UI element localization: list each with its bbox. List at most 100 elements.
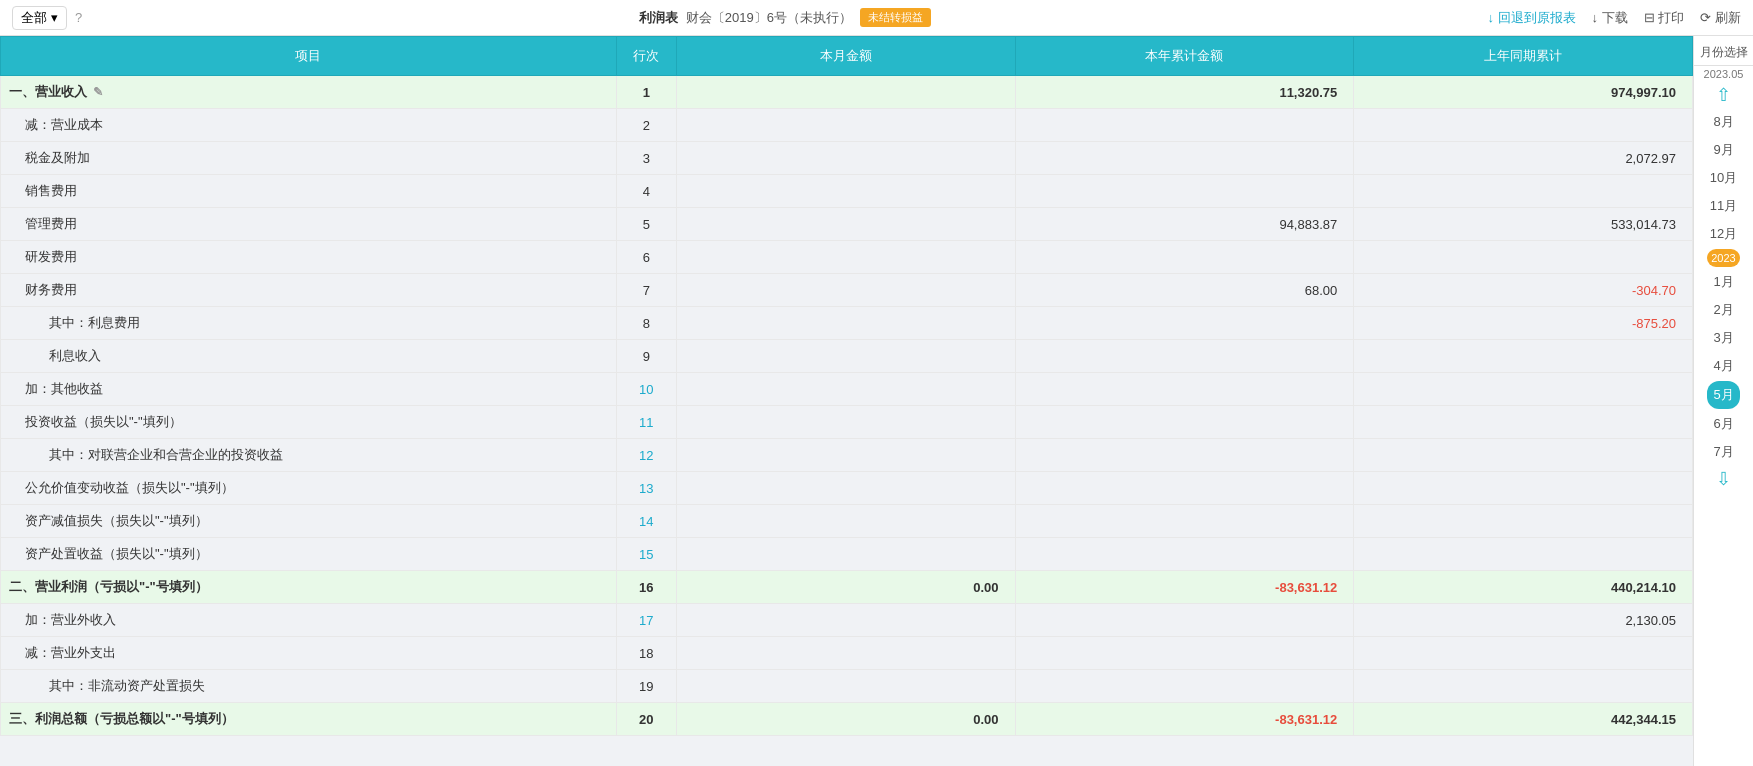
nav-down-arrow[interactable]: ⇩ [1714,466,1733,492]
cell-row: 11 [616,406,676,439]
cell-ytd [1015,604,1354,637]
back-button[interactable]: ↓ 回退到原报表 [1487,9,1575,27]
cell-ytd [1015,505,1354,538]
cell-row: 13 [616,472,676,505]
cell-row: 10 [616,373,676,406]
cell-item: 税金及附加 [1,142,617,175]
cell-item: 投资收益（损失以"-"填列） [1,406,617,439]
col-header-ytd: 本年累计金额 [1015,37,1354,76]
cell-ytd [1015,406,1354,439]
cell-last-year: -875.20 [1354,307,1693,340]
month-item[interactable]: 5月 [1707,381,1739,409]
cell-current-month [676,538,1015,571]
cell-current-month: 0.00 [676,703,1015,736]
table-row: 减：营业外支出18 [1,637,1693,670]
edit-icon[interactable]: ✎ [93,85,103,99]
cell-last-year [1354,241,1693,274]
cell-last-year [1354,472,1693,505]
month-item[interactable]: 7月 [1703,438,1743,466]
col-header-current: 本月金额 [676,37,1015,76]
table-row: 公允价值变动收益（损失以"-"填列）13 [1,472,1693,505]
month-item[interactable]: 4月 [1703,352,1743,380]
col-header-lastyear: 上年同期累计 [1354,37,1693,76]
dropdown-arrow-icon: ▾ [51,10,58,25]
nav-up-arrow[interactable]: ⇧ [1714,82,1733,108]
month-item[interactable]: 1月 [1703,268,1743,296]
scope-dropdown[interactable]: 全部 ▾ [12,6,67,30]
cell-row: 19 [616,670,676,703]
month-item[interactable]: 2月 [1703,296,1743,324]
month-item[interactable]: 10月 [1703,164,1743,192]
cell-last-year: 2,130.05 [1354,604,1693,637]
cell-current-month [676,406,1015,439]
download-button[interactable]: ↓ 下载 [1592,9,1628,27]
table-row: 财务费用768.00-304.70 [1,274,1693,307]
cell-item: 二、营业利润（亏损以"-"号填列） [1,571,617,604]
table-header-row: 项目 行次 本月金额 本年累计金额 上年同期累计 [1,37,1693,76]
top-bar-right: ↓ 回退到原报表 ↓ 下载 ⊟ 打印 ⟳ 刷新 [1487,9,1741,27]
cell-item: 减：营业外支出 [1,637,617,670]
cell-last-year: 442,344.15 [1354,703,1693,736]
cell-item: 其中：利息费用 [1,307,617,340]
cell-item: 研发费用 [1,241,617,274]
report-title: 利润表 [639,9,678,27]
cell-ytd [1015,439,1354,472]
cell-row: 4 [616,175,676,208]
cell-item: 管理费用 [1,208,617,241]
cell-current-month [676,208,1015,241]
cell-current-month [676,274,1015,307]
cell-item: 公允价值变动收益（损失以"-"填列） [1,472,617,505]
print-button[interactable]: ⊟ 打印 [1644,9,1685,27]
cell-item: 财务费用 [1,274,617,307]
month-item[interactable]: 3月 [1703,324,1743,352]
table-row: 加：其他收益10 [1,373,1693,406]
cell-last-year [1354,109,1693,142]
cell-current-month [676,142,1015,175]
month-item[interactable]: 8月 [1703,108,1743,136]
month-item[interactable]: 9月 [1703,136,1743,164]
col-header-row: 行次 [616,37,676,76]
table-row: 减：营业成本2 [1,109,1693,142]
cell-row: 12 [616,439,676,472]
cell-item: 其中：对联营企业和合营企业的投资收益 [1,439,617,472]
table-row: 税金及附加32,072.97 [1,142,1693,175]
table-row: 加：营业外收入172,130.05 [1,604,1693,637]
cell-row: 17 [616,604,676,637]
table-row: 销售费用4 [1,175,1693,208]
cell-row: 8 [616,307,676,340]
table-row: 其中：非流动资产处置损失19 [1,670,1693,703]
cell-row: 15 [616,538,676,571]
cell-current-month [676,241,1015,274]
cell-ytd: 11,320.75 [1015,76,1354,109]
cell-current-month [676,505,1015,538]
cell-row: 2 [616,109,676,142]
cell-row: 18 [616,637,676,670]
cell-current-month [676,604,1015,637]
cell-last-year [1354,538,1693,571]
table-row: 管理费用594,883.87533,014.73 [1,208,1693,241]
table-row: 三、利润总额（亏损总额以"-"号填列）200.00-83,631.12442,3… [1,703,1693,736]
month-item[interactable]: 6月 [1703,410,1743,438]
month-item[interactable]: 12月 [1703,220,1743,248]
cell-last-year [1354,175,1693,208]
cell-item: 加：其他收益 [1,373,617,406]
cell-ytd [1015,241,1354,274]
cell-item: 资产减值损失（损失以"-"填列） [1,505,617,538]
cell-item: 资产处置收益（损失以"-"填列） [1,538,617,571]
cell-current-month [676,307,1015,340]
month-item[interactable]: 11月 [1703,192,1743,220]
cell-current-month [676,472,1015,505]
cell-current-month [676,670,1015,703]
help-icon[interactable]: ? [75,10,82,25]
month-item[interactable]: 2023 [1707,249,1739,267]
table-row: 利息收入9 [1,340,1693,373]
cell-ytd [1015,340,1354,373]
main-layout: 项目 行次 本月金额 本年累计金额 上年同期累计 一、营业收入✎111,320.… [0,36,1753,766]
cell-row: 16 [616,571,676,604]
refresh-button[interactable]: ⟳ 刷新 [1700,9,1741,27]
cell-last-year: -304.70 [1354,274,1693,307]
cell-row: 7 [616,274,676,307]
cell-ytd [1015,142,1354,175]
cell-ytd [1015,637,1354,670]
scope-label: 全部 [21,9,47,27]
